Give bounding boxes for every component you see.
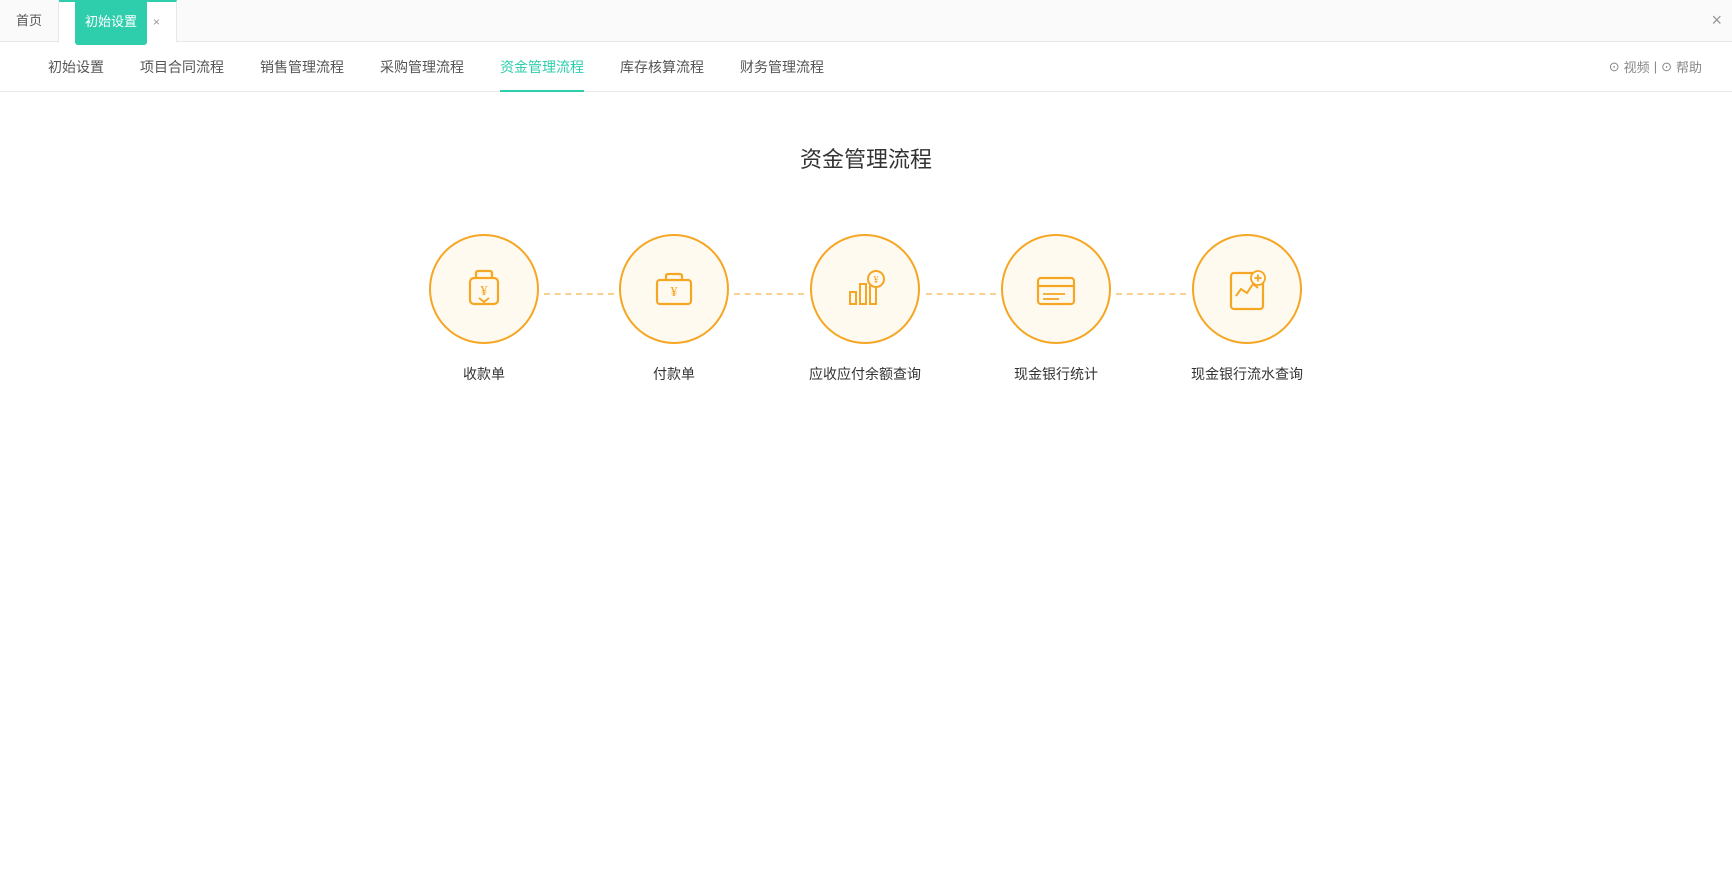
nav-item-funds[interactable]: 资金管理流程 xyxy=(482,42,602,92)
nav-item-purchase[interactable]: 采购管理流程 xyxy=(362,42,482,92)
nav-item-inventory[interactable]: 库存核算流程 xyxy=(602,42,722,92)
nav-divider: | xyxy=(1654,59,1657,74)
step-label-transaction: 现金银行流水查询 xyxy=(1191,364,1303,384)
help-link[interactable]: 帮助 xyxy=(1676,57,1702,76)
connector-1 xyxy=(539,293,619,325)
connector-2 xyxy=(729,293,809,325)
home-tab[interactable]: 首页 xyxy=(0,0,59,42)
transaction-icon xyxy=(1220,262,1274,316)
help-icon: ⊙ xyxy=(1661,59,1672,75)
video-icon: ⊙ xyxy=(1609,59,1620,75)
nav-right: ⊙ 视频 | ⊙ 帮助 xyxy=(1609,57,1702,76)
balance-icon: ¥ xyxy=(838,262,892,316)
svg-text:¥: ¥ xyxy=(874,275,879,286)
step-label-balance: 应收应付余额查询 xyxy=(809,364,921,384)
cashbank-icon xyxy=(1029,262,1083,316)
step-circle-balance[interactable]: ¥ xyxy=(810,234,920,344)
payment-icon: ¥ xyxy=(647,262,701,316)
step-circle-cashbank[interactable] xyxy=(1001,234,1111,344)
nav-bar: 初始设置 项目合同流程 销售管理流程 采购管理流程 资金管理流程 库存核算流程 … xyxy=(0,42,1732,92)
video-link[interactable]: 视频 xyxy=(1624,57,1650,76)
connector-4 xyxy=(1111,293,1191,325)
step-payment: ¥ 付款单 xyxy=(619,234,729,384)
nav-item-finance[interactable]: 财务管理流程 xyxy=(722,42,842,92)
window-close-button[interactable]: × xyxy=(1711,10,1722,31)
step-receipt: ¥ 收款单 xyxy=(429,234,539,384)
svg-text:¥: ¥ xyxy=(671,285,678,300)
top-bar: 首页 初始设置 × xyxy=(0,0,1732,42)
step-cashbank: 现金银行统计 xyxy=(1001,234,1111,384)
page-title: 资金管理流程 xyxy=(800,142,932,174)
nav-item-sales[interactable]: 销售管理流程 xyxy=(242,42,362,92)
connector-3 xyxy=(921,293,1001,325)
step-circle-payment[interactable]: ¥ xyxy=(619,234,729,344)
nav-item-project[interactable]: 项目合同流程 xyxy=(122,42,242,92)
step-label-cashbank: 现金银行统计 xyxy=(1014,364,1098,384)
step-balance: ¥ 应收应付余额查询 xyxy=(809,234,921,384)
step-circle-transaction[interactable] xyxy=(1192,234,1302,344)
main-content: 资金管理流程 ¥ 收款单 xyxy=(0,92,1732,384)
close-tab-icon[interactable]: × xyxy=(153,1,160,43)
step-transaction: 现金银行流水查询 xyxy=(1191,234,1303,384)
step-label-receipt: 收款单 xyxy=(463,364,505,384)
active-tab[interactable]: 初始设置 × xyxy=(59,0,177,42)
step-label-payment: 付款单 xyxy=(653,364,695,384)
active-tab-label: 初始设置 xyxy=(75,0,147,45)
receipt-icon: ¥ xyxy=(457,262,511,316)
step-circle-receipt[interactable]: ¥ xyxy=(429,234,539,344)
nav-item-initial[interactable]: 初始设置 xyxy=(30,42,122,92)
flow-steps: ¥ 收款单 ¥ 付款单 xyxy=(429,234,1303,384)
svg-text:¥: ¥ xyxy=(481,284,488,299)
